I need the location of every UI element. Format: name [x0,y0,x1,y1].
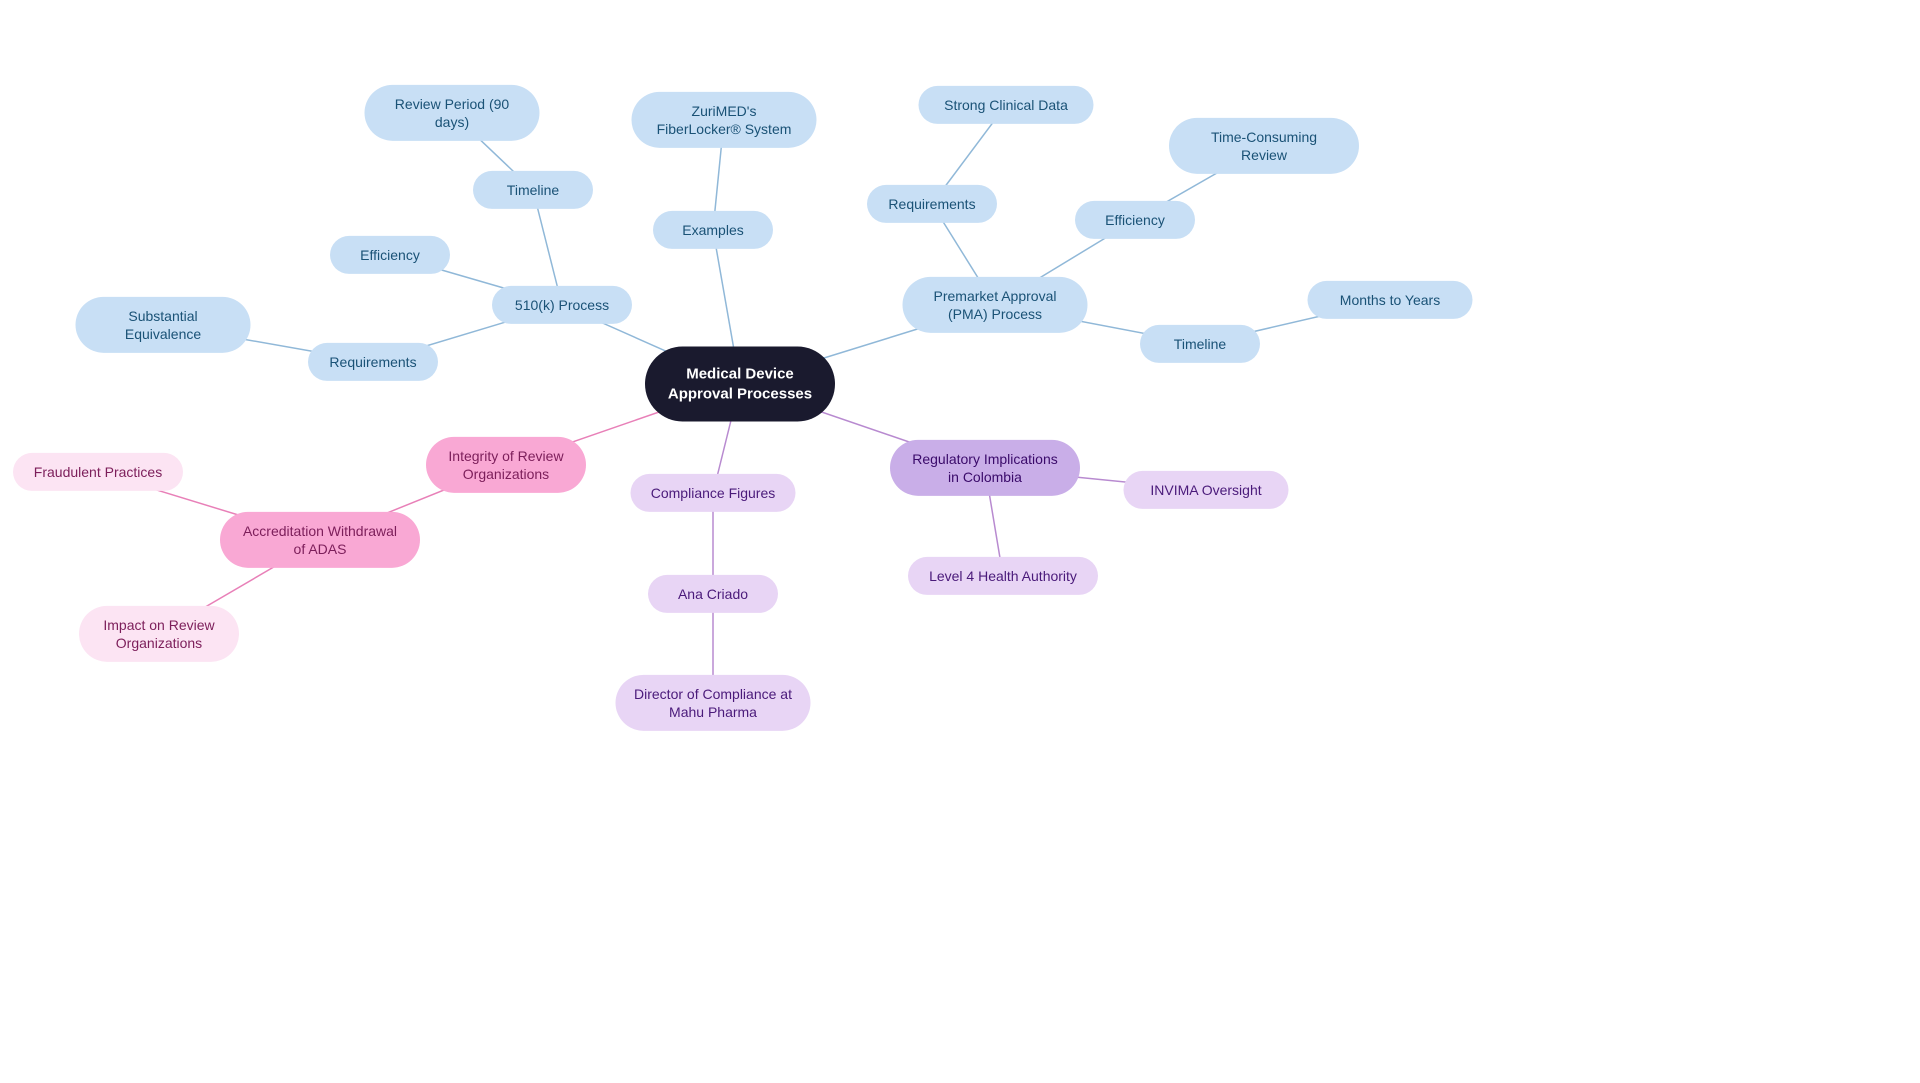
node-zurimed[interactable]: ZuriMED's FiberLocker® System [632,92,817,148]
node-examples[interactable]: Examples [653,211,773,249]
node-timeline-pma[interactable]: Timeline [1140,325,1260,363]
center-node[interactable]: Medical Device Approval Processes [645,347,835,422]
node-adas[interactable]: Accreditation Withdrawal of ADAS [220,512,420,568]
node-fraudulent[interactable]: Fraudulent Practices [13,453,183,491]
center-label: Medical Device Approval Processes [667,365,813,404]
node-review-period[interactable]: Review Period (90 days) [365,85,540,141]
node-reg-colombia[interactable]: Regulatory Implications in Colombia [890,440,1080,496]
node-ana-criado[interactable]: Ana Criado [648,575,778,613]
node-integrity[interactable]: Integrity of Review Organizations [426,437,586,493]
node-time-consuming[interactable]: Time-Consuming Review [1169,118,1359,174]
node-efficiency-pma[interactable]: Efficiency [1075,201,1195,239]
node-requirements-510k[interactable]: Requirements [308,343,438,381]
node-compliance[interactable]: Compliance Figures [631,474,796,512]
node-level4[interactable]: Level 4 Health Authority [908,557,1098,595]
node-pma[interactable]: Premarket Approval (PMA) Process [903,277,1088,333]
node-510k[interactable]: 510(k) Process [492,286,632,324]
node-requirements-pma[interactable]: Requirements [867,185,997,223]
node-strong-clinical[interactable]: Strong Clinical Data [919,86,1094,124]
node-invima[interactable]: INVIMA Oversight [1124,471,1289,509]
node-efficiency-510k[interactable]: Efficiency [330,236,450,274]
node-months-to-years[interactable]: Months to Years [1308,281,1473,319]
node-impact[interactable]: Impact on Review Organizations [79,606,239,662]
node-director[interactable]: Director of Compliance at Mahu Pharma [616,675,811,731]
node-timeline-510k[interactable]: Timeline [473,171,593,209]
node-substantial-equivalence[interactable]: Substantial Equivalence [76,297,251,353]
